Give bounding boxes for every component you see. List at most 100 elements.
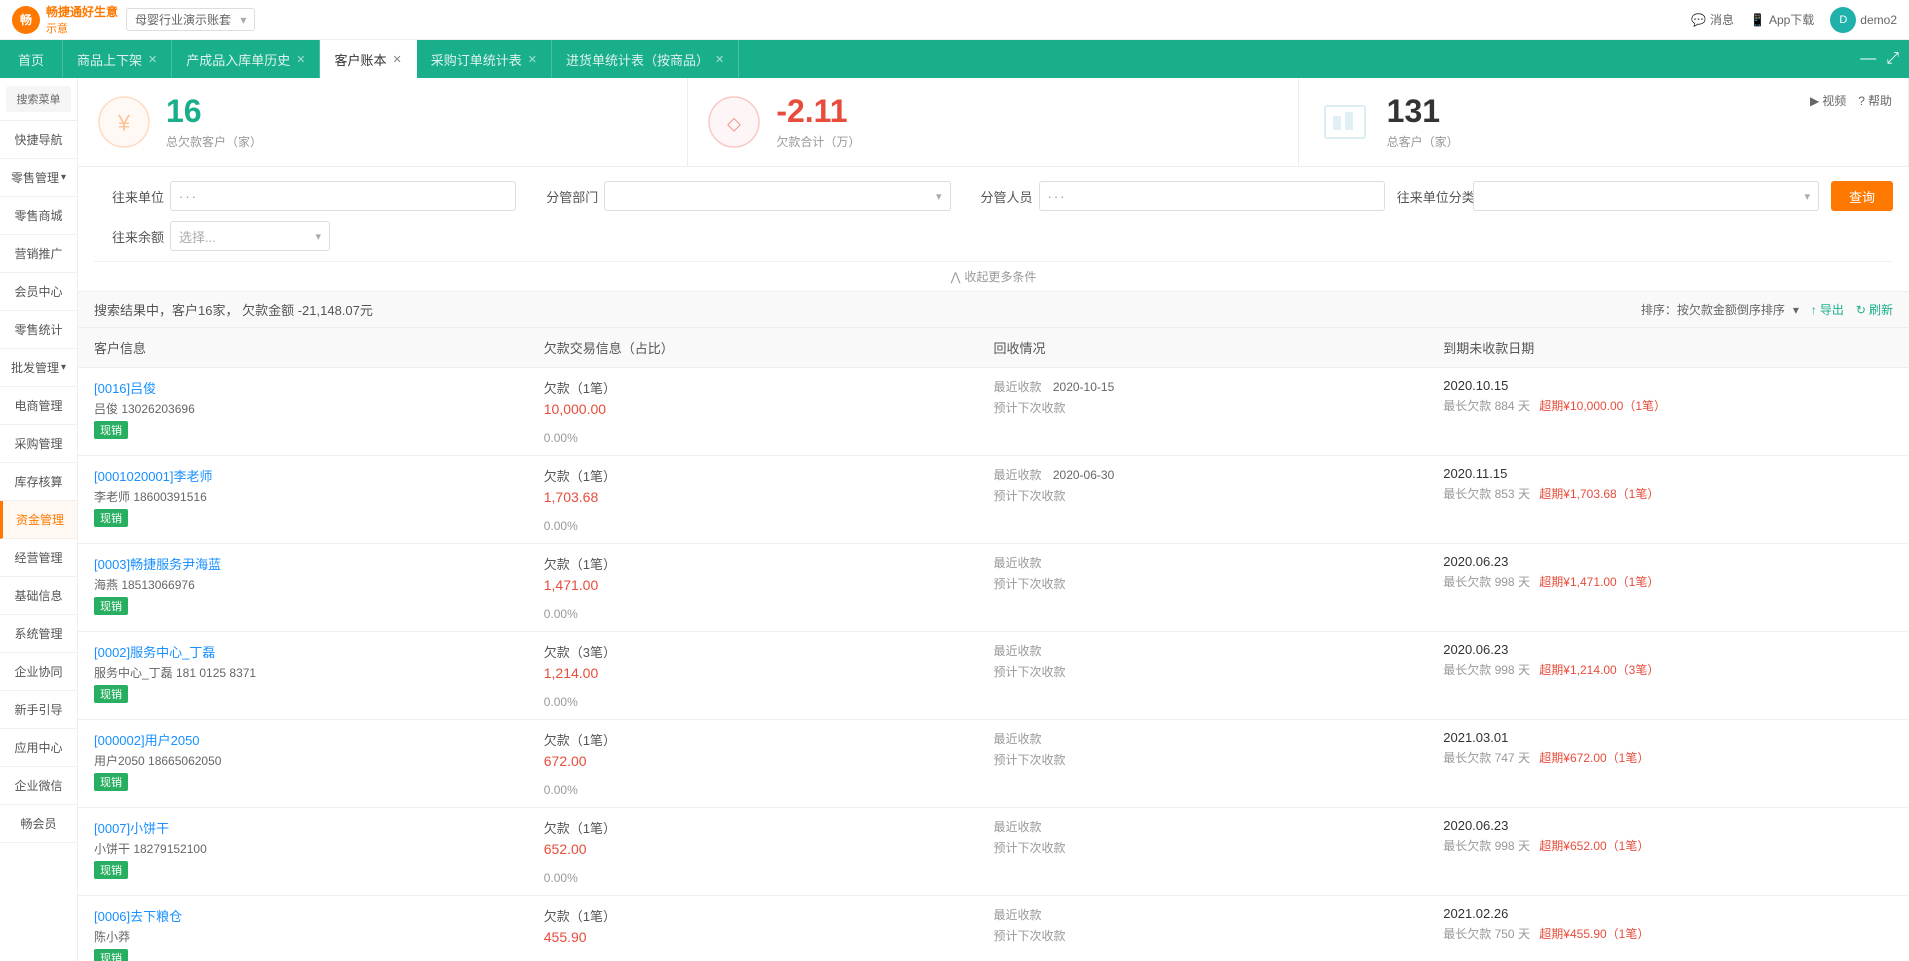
customer-name-4[interactable]: [000002]用户2050	[94, 730, 544, 749]
filter-row-1: 往来单位 ··· 分管部门 ▾ 分管人员 ···	[94, 181, 1893, 211]
sidebar-item-retail-stats[interactable]: 零售统计	[0, 311, 77, 349]
table-row: [0006]去下粮仓 陈小莽 现销 欠款（1笔） 455.90 0.00% 最近…	[78, 896, 1909, 961]
tab-home[interactable]: 首页	[0, 40, 63, 78]
sidebar-item-basic-info[interactable]: 基础信息	[0, 577, 77, 615]
overdue-link-3[interactable]: 超期¥1,214.00（3笔）	[1539, 663, 1659, 677]
stat-label-customers: 总欠款客户（家）	[166, 133, 667, 150]
close-icon[interactable]: ✕	[715, 53, 724, 66]
debt-amount-5[interactable]: 652.00	[544, 841, 994, 857]
person-input[interactable]: ···	[1039, 181, 1385, 211]
debt-count-5: 欠款（1笔）	[544, 818, 994, 837]
balance-select[interactable]: 选择... ▾	[170, 221, 330, 251]
overdue-link-4[interactable]: 超期¥672.00（1笔）	[1539, 751, 1649, 765]
overdue-link-6[interactable]: 超期¥455.90（1笔）	[1539, 927, 1649, 941]
sidebar-item-member-vip[interactable]: 畅会员	[0, 805, 77, 843]
dept-select[interactable]: ▾	[604, 181, 950, 211]
sidebar-item-enterprise-wechat[interactable]: 企业微信	[0, 767, 77, 805]
search-button[interactable]: 查询	[1831, 181, 1893, 211]
sidebar-item-app-center[interactable]: 应用中心	[0, 729, 77, 767]
customer-name-3[interactable]: [0002]服务中心_丁磊	[94, 642, 544, 661]
debt-count-1: 欠款（1笔）	[544, 466, 994, 485]
customer-name-0[interactable]: [0016]吕俊	[94, 378, 544, 397]
debt-amount-3[interactable]: 1,214.00	[544, 665, 994, 681]
debt-count-0: 欠款（1笔）	[544, 378, 994, 397]
sidebar-item-batch-manage[interactable]: 批发管理 ▾	[0, 349, 77, 387]
search-menu-button[interactable]: 搜索菜单	[6, 86, 71, 112]
debt-amount-0[interactable]: 10,000.00	[544, 401, 994, 417]
maximize-icon[interactable]: ⤢	[1886, 50, 1899, 68]
table-row: [0002]服务中心_丁磊 服务中心_丁磊 181 0125 8371 现销 欠…	[78, 632, 1909, 720]
sidebar-item-newbie[interactable]: 新手引导	[0, 691, 77, 729]
table-row: [0016]吕俊 吕俊 13026203696 现销 欠款（1笔） 10,000…	[78, 368, 1909, 456]
customer-info-3: [0002]服务中心_丁磊 服务中心_丁磊 181 0125 8371 现销	[94, 642, 544, 703]
main-layout: 搜索菜单 快捷导航 零售管理 ▾ 零售商城 营销推广 会员中心 零售统计 批发管…	[0, 78, 1909, 961]
customer-info-6: [0006]去下粮仓 陈小莽 现销	[94, 906, 544, 961]
help-icon: ?	[1858, 94, 1865, 108]
customer-name-2[interactable]: [0003]畅捷服务尹海蓝	[94, 554, 544, 573]
sidebar-item-ecommerce[interactable]: 电商管理	[0, 387, 77, 425]
avatar: D	[1830, 7, 1856, 33]
sidebar-item-purchase-manage[interactable]: 采购管理	[0, 425, 77, 463]
debt-amount-1[interactable]: 1,703.68	[544, 489, 994, 505]
app-download-btn[interactable]: 📱 App下载	[1750, 11, 1814, 28]
tab-customer-account[interactable]: 客户账本 ✕	[320, 40, 416, 78]
filter-collapse-btn[interactable]: ⋀ 收起更多条件	[94, 261, 1893, 291]
debt-amount-4[interactable]: 672.00	[544, 753, 994, 769]
export-btn[interactable]: ↑ 导出	[1811, 301, 1844, 318]
due-info-0: 2020.10.15 最长欠款 884 天 超期¥10,000.00（1笔）	[1443, 378, 1893, 414]
close-icon[interactable]: ✕	[393, 53, 402, 66]
close-icon[interactable]: ✕	[528, 53, 537, 66]
sidebar-item-inventory[interactable]: 库存核算	[0, 463, 77, 501]
close-icon[interactable]: ✕	[296, 53, 305, 66]
sidebar-item-marketing[interactable]: 营销推广	[0, 235, 77, 273]
overdue-link-2[interactable]: 超期¥1,471.00（1笔）	[1539, 575, 1659, 589]
message-btn[interactable]: 💬 消息	[1691, 11, 1734, 28]
overdue-link-0[interactable]: 超期¥10,000.00（1笔）	[1539, 399, 1666, 413]
sidebar-item-retail-store[interactable]: 零售商城	[0, 197, 77, 235]
unit-class-select[interactable]: ▾	[1473, 181, 1819, 211]
sidebar-item-retail-manage[interactable]: 零售管理 ▾	[0, 159, 77, 197]
filter-unit-class: 往来单位分类 ▾	[1397, 181, 1819, 211]
chevron-up-icon: ⋀	[951, 270, 961, 284]
chevron-down-icon: ▾	[1793, 303, 1799, 317]
industry-selector[interactable]: 母婴行业演示账套 ▾	[126, 8, 255, 31]
help-btn[interactable]: ? 帮助	[1858, 92, 1892, 109]
chevron-down-icon: ▾	[315, 230, 321, 243]
minimize-icon[interactable]: —	[1860, 50, 1876, 68]
user-menu[interactable]: D demo2	[1830, 7, 1897, 33]
debt-info-5: 欠款（1笔） 652.00 0.00%	[544, 818, 994, 885]
stat-info-debt: -2.11 欠款合计（万）	[776, 94, 1277, 150]
overdue-link-1[interactable]: 超期¥1,703.68（1笔）	[1539, 487, 1659, 501]
tab-purchase-stats[interactable]: 进货单统计表（按商品） ✕	[552, 40, 739, 78]
sidebar-item-operations[interactable]: 经营管理	[0, 539, 77, 577]
customer-tag-5: 现销	[94, 861, 128, 879]
debt-amount-2[interactable]: 1,471.00	[544, 577, 994, 593]
debt-info-0: 欠款（1笔） 10,000.00 0.00%	[544, 378, 994, 445]
customer-tag-1: 现销	[94, 509, 128, 527]
sidebar-item-member-center[interactable]: 会员中心	[0, 273, 77, 311]
customer-name-1[interactable]: [0001020001]李老师	[94, 466, 544, 485]
tab-product-instock[interactable]: 产成品入库单历史 ✕	[172, 40, 320, 78]
balance-label: 往来余额	[94, 227, 164, 246]
sidebar-item-finance[interactable]: 资金管理	[0, 501, 77, 539]
refresh-btn[interactable]: ↻ 刷新	[1856, 301, 1893, 318]
customer-name-6[interactable]: [0006]去下粮仓	[94, 906, 544, 925]
sidebar-item-quick-nav[interactable]: 快捷导航	[0, 121, 77, 159]
video-icon: ▶	[1810, 94, 1819, 108]
table-header: 客户信息 欠款交易信息（占比） 回收情况 到期未收款日期	[78, 328, 1909, 368]
video-btn[interactable]: ▶ 视频	[1810, 92, 1846, 109]
overdue-link-5[interactable]: 超期¥652.00（1笔）	[1539, 839, 1649, 853]
sort-select[interactable]: 排序：按欠款金额倒序排序 ▾	[1641, 301, 1799, 318]
debt-amount-6[interactable]: 455.90	[544, 929, 994, 945]
tab-purchase-order[interactable]: 采购订单统计表 ✕	[417, 40, 552, 78]
table-container: 客户信息 欠款交易信息（占比） 回收情况 到期未收款日期 [0016]吕俊 吕俊…	[78, 328, 1909, 961]
sidebar-item-system[interactable]: 系统管理	[0, 615, 77, 653]
customer-name-5[interactable]: [0007]小饼干	[94, 818, 544, 837]
close-icon[interactable]: ✕	[148, 53, 157, 66]
refresh-icon: ↻	[1856, 303, 1866, 317]
customer-contact-6: 陈小莽	[94, 928, 544, 945]
customer-contact-4: 用户2050 18665062050	[94, 752, 544, 769]
from-unit-input[interactable]: ···	[170, 181, 516, 211]
tab-product-offshelf[interactable]: 商品上下架 ✕	[63, 40, 172, 78]
sidebar-item-enterprise-coop[interactable]: 企业协同	[0, 653, 77, 691]
